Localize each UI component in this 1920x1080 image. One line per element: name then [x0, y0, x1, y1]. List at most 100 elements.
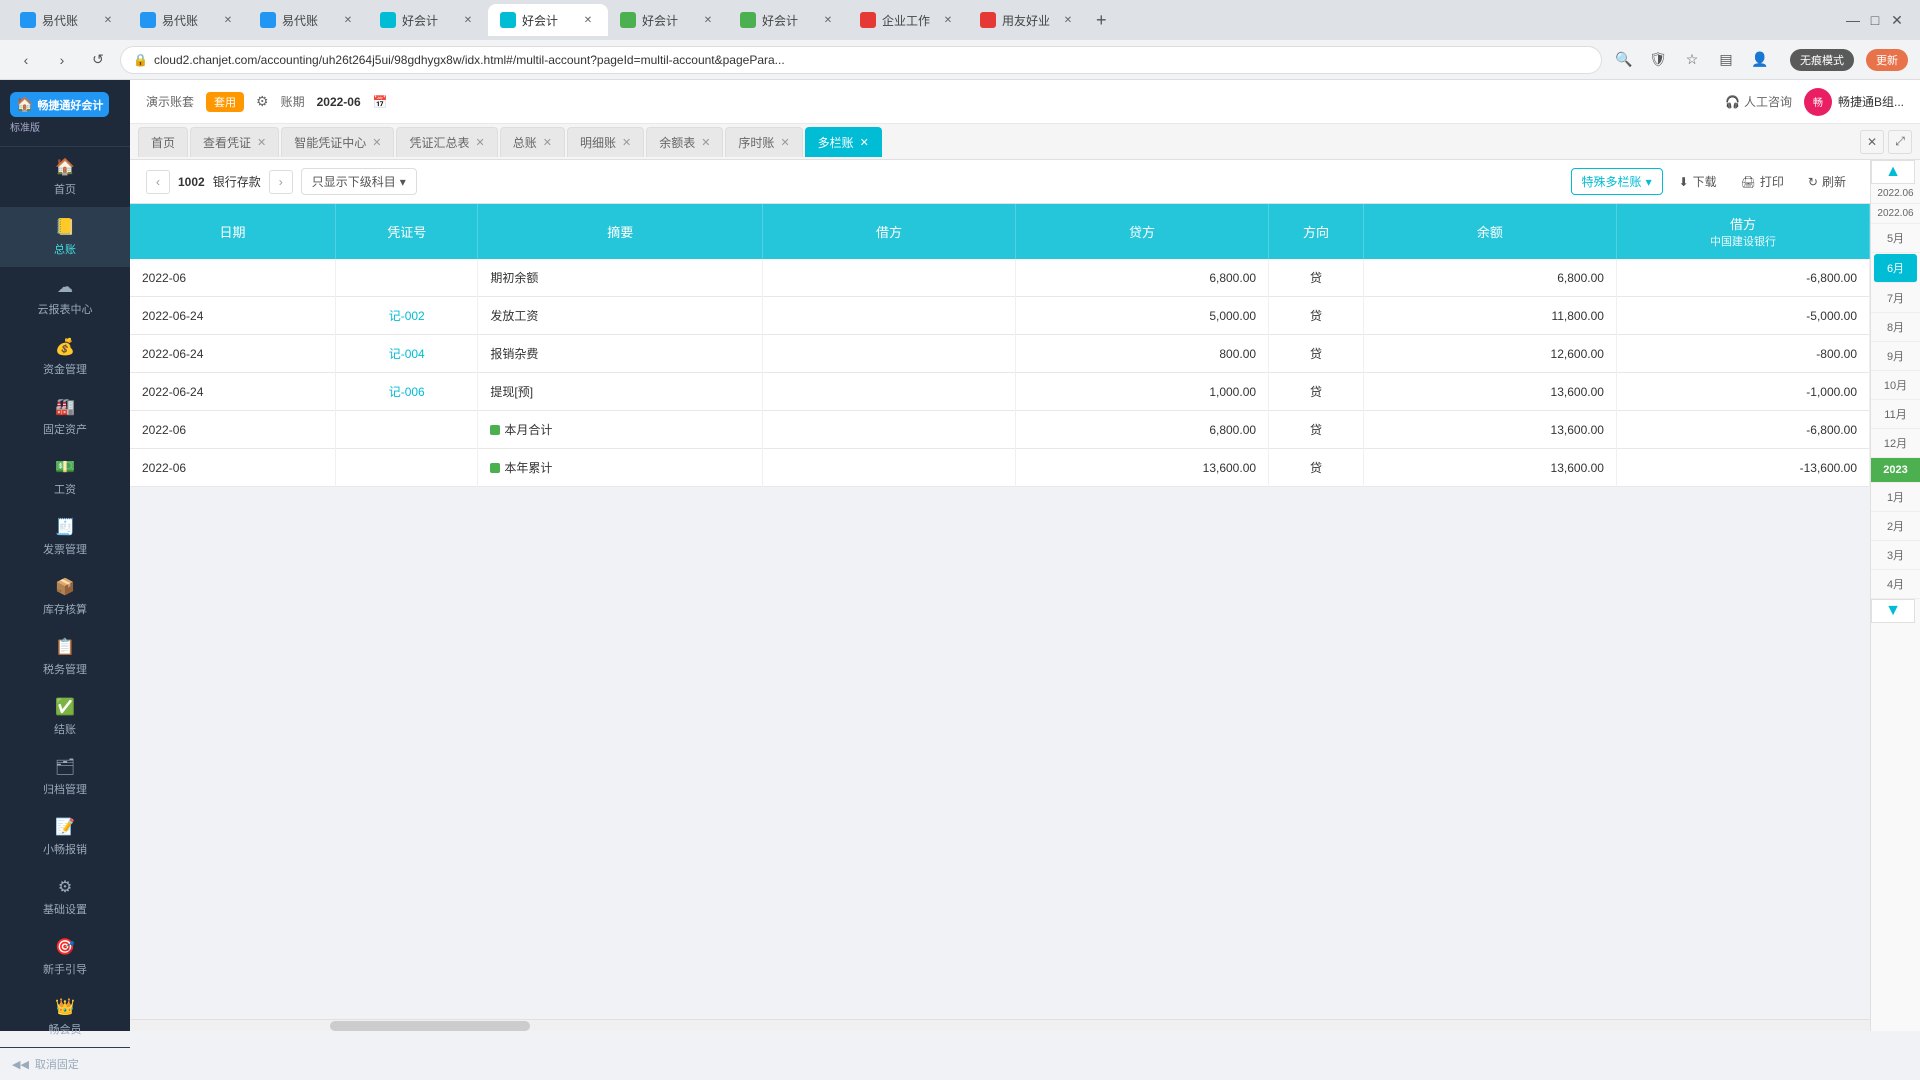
browser-tab-8[interactable]: 企业工作 ✕ — [848, 4, 968, 36]
cell-voucher-2[interactable]: 记-004 — [336, 335, 478, 373]
star-icon[interactable]: ☆ — [1678, 46, 1706, 74]
sidebar-item-settings[interactable]: ⚙ 基础设置 — [0, 867, 130, 927]
year-2023[interactable]: 2023 — [1871, 458, 1920, 483]
update-btn[interactable]: 更新 — [1866, 49, 1908, 71]
url-bar[interactable]: 🔒 cloud2.chanjet.com/accounting/uh26t264… — [120, 46, 1602, 74]
month-6[interactable]: 6月 — [1874, 254, 1917, 283]
close-window-btn[interactable]: ✕ — [1890, 13, 1904, 27]
tab-vsummary-close[interactable]: ✕ — [476, 136, 485, 149]
sidebar-toggle-icon[interactable]: ▤ — [1712, 46, 1740, 74]
sidebar-item-salary[interactable]: 💵 工资 — [0, 447, 130, 507]
tab-balance[interactable]: 余额表 ✕ — [646, 127, 723, 157]
refresh-btn[interactable]: ↻ 刷新 — [1800, 169, 1854, 194]
consult-btn[interactable]: 🎧 人工咨询 — [1725, 93, 1792, 110]
tab-close-9[interactable]: ✕ — [1060, 12, 1076, 28]
tab-close-5[interactable]: ✕ — [580, 12, 596, 28]
sidebar-item-tax[interactable]: 📋 税务管理 — [0, 627, 130, 687]
tab-close-3[interactable]: ✕ — [340, 12, 356, 28]
search-icon[interactable]: 🔍 — [1610, 46, 1638, 74]
tab-smart-voucher[interactable]: 智能凭证中心 ✕ — [281, 127, 394, 157]
tab-voucher-summary[interactable]: 凭证汇总表 ✕ — [396, 127, 497, 157]
browser-tab-2[interactable]: 易代账 ✕ — [128, 4, 248, 36]
sidebar-item-invoice[interactable]: 🧾 发票管理 — [0, 507, 130, 567]
reload-btn[interactable]: ↺ — [84, 46, 112, 74]
sidebar-item-inventory[interactable]: 📦 库存核算 — [0, 567, 130, 627]
sidebar-item-home[interactable]: 🏠 首页 — [0, 147, 130, 207]
voucher-link-3[interactable]: 记-006 — [389, 385, 425, 399]
unpin-btn[interactable]: ◀◀ 取消固定 — [0, 1048, 130, 1080]
tab-home[interactable]: 首页 — [138, 127, 188, 157]
filter-dropdown[interactable]: 只显示下级科目 ▾ — [301, 168, 417, 195]
browser-tab-5[interactable]: 好会计 ✕ — [488, 4, 608, 36]
back-btn[interactable]: ‹ — [12, 46, 40, 74]
browser-tab-1[interactable]: 易代账 ✕ — [8, 4, 128, 36]
sidebar-item-guide[interactable]: 🎯 新手引导 — [0, 927, 130, 987]
close-panel-btn[interactable]: ✕ — [1860, 130, 1884, 154]
tab-multi-close[interactable]: ✕ — [860, 136, 869, 149]
browser-tab-4[interactable]: 好会计 ✕ — [368, 4, 488, 36]
browser-tab-7[interactable]: 好会计 ✕ — [728, 4, 848, 36]
scroll-down-btn[interactable]: ▼ — [1871, 599, 1915, 623]
print-btn[interactable]: 🖨 打印 — [1733, 169, 1792, 194]
tab-smart-close[interactable]: ✕ — [372, 136, 381, 149]
tab-journal-close[interactable]: ✕ — [780, 136, 789, 149]
sidebar-item-close[interactable]: ✅ 结账 — [0, 687, 130, 747]
month-8[interactable]: 8月 — [1871, 313, 1920, 342]
browser-tab-9[interactable]: 用友好业 ✕ — [968, 4, 1088, 36]
month-7[interactable]: 7月 — [1871, 284, 1920, 313]
tab-voucher[interactable]: 查看凭证 ✕ — [190, 127, 279, 157]
month-9[interactable]: 9月 — [1871, 342, 1920, 371]
tab-balance-close[interactable]: ✕ — [701, 136, 710, 149]
browser-tab-3[interactable]: 易代账 ✕ — [248, 4, 368, 36]
next-account-btn[interactable]: › — [269, 170, 293, 194]
sidebar-item-expense[interactable]: 📝 小畅报销 — [0, 807, 130, 867]
maximize-btn[interactable]: □ — [1868, 13, 1882, 27]
month-12[interactable]: 12月 — [1871, 429, 1920, 458]
browser-tab-6[interactable]: 好会计 ✕ — [608, 4, 728, 36]
sidebar-item-fund[interactable]: 💰 资金管理 — [0, 327, 130, 387]
special-btn[interactable]: 特殊多栏账 ▾ — [1571, 168, 1663, 195]
month-2[interactable]: 2月 — [1871, 512, 1920, 541]
tab-multi-column[interactable]: 多栏账 ✕ — [805, 127, 882, 157]
month-10[interactable]: 10月 — [1871, 371, 1920, 400]
h-scroll-thumb[interactable] — [330, 1021, 530, 1031]
month-5[interactable]: 5月 — [1871, 224, 1920, 253]
voucher-link-1[interactable]: 记-002 — [389, 309, 425, 323]
scroll-up-btn[interactable]: ▲ — [1871, 160, 1915, 184]
voucher-link-2[interactable]: 记-004 — [389, 347, 425, 361]
month-11[interactable]: 11月 — [1871, 400, 1920, 429]
tab-detail-close[interactable]: ✕ — [622, 136, 631, 149]
tab-close-6[interactable]: ✕ — [700, 12, 716, 28]
tab-general-close[interactable]: ✕ — [543, 136, 552, 149]
horizontal-scrollbar[interactable] — [130, 1019, 1870, 1031]
sidebar-item-ledger[interactable]: 📒 总账 — [0, 207, 130, 267]
month-3[interactable]: 3月 — [1871, 541, 1920, 570]
forward-btn[interactable]: › — [48, 46, 76, 74]
tab-detail[interactable]: 明细账 ✕ — [567, 127, 644, 157]
prev-account-btn[interactable]: ‹ — [146, 170, 170, 194]
tab-close-7[interactable]: ✕ — [820, 12, 836, 28]
tab-general-ledger[interactable]: 总账 ✕ — [500, 127, 565, 157]
calendar-icon[interactable]: 📅 — [373, 95, 388, 109]
settings-btn[interactable]: ⚙ — [256, 93, 269, 110]
sidebar-item-archive[interactable]: 🗂 归档管理 — [0, 747, 130, 807]
shield-icon[interactable]: 🛡 — [1644, 46, 1672, 74]
sidebar-item-assets[interactable]: 🏭 固定资产 — [0, 387, 130, 447]
tab-voucher-close[interactable]: ✕ — [257, 136, 266, 149]
sidebar-item-report[interactable]: ☁ 云报表中心 — [0, 267, 130, 327]
month-1[interactable]: 1月 — [1871, 483, 1920, 512]
tab-close-8[interactable]: ✕ — [940, 12, 956, 28]
new-tab-btn[interactable]: + — [1088, 10, 1115, 31]
cell-voucher-3[interactable]: 记-006 — [336, 373, 478, 411]
tab-journal[interactable]: 序时账 ✕ — [725, 127, 802, 157]
minimize-btn[interactable]: — — [1846, 13, 1860, 27]
cell-voucher-1[interactable]: 记-002 — [336, 297, 478, 335]
incognito-btn[interactable]: 无痕模式 — [1790, 49, 1854, 71]
expand-panel-btn[interactable]: ⤢ — [1888, 130, 1912, 154]
month-4[interactable]: 4月 — [1871, 570, 1920, 599]
demo-badge[interactable]: 套用 — [206, 92, 244, 112]
download-btn[interactable]: ⬇ 下载 — [1671, 169, 1725, 194]
tab-close-1[interactable]: ✕ — [100, 12, 116, 28]
tab-close-2[interactable]: ✕ — [220, 12, 236, 28]
tab-close-4[interactable]: ✕ — [460, 12, 476, 28]
